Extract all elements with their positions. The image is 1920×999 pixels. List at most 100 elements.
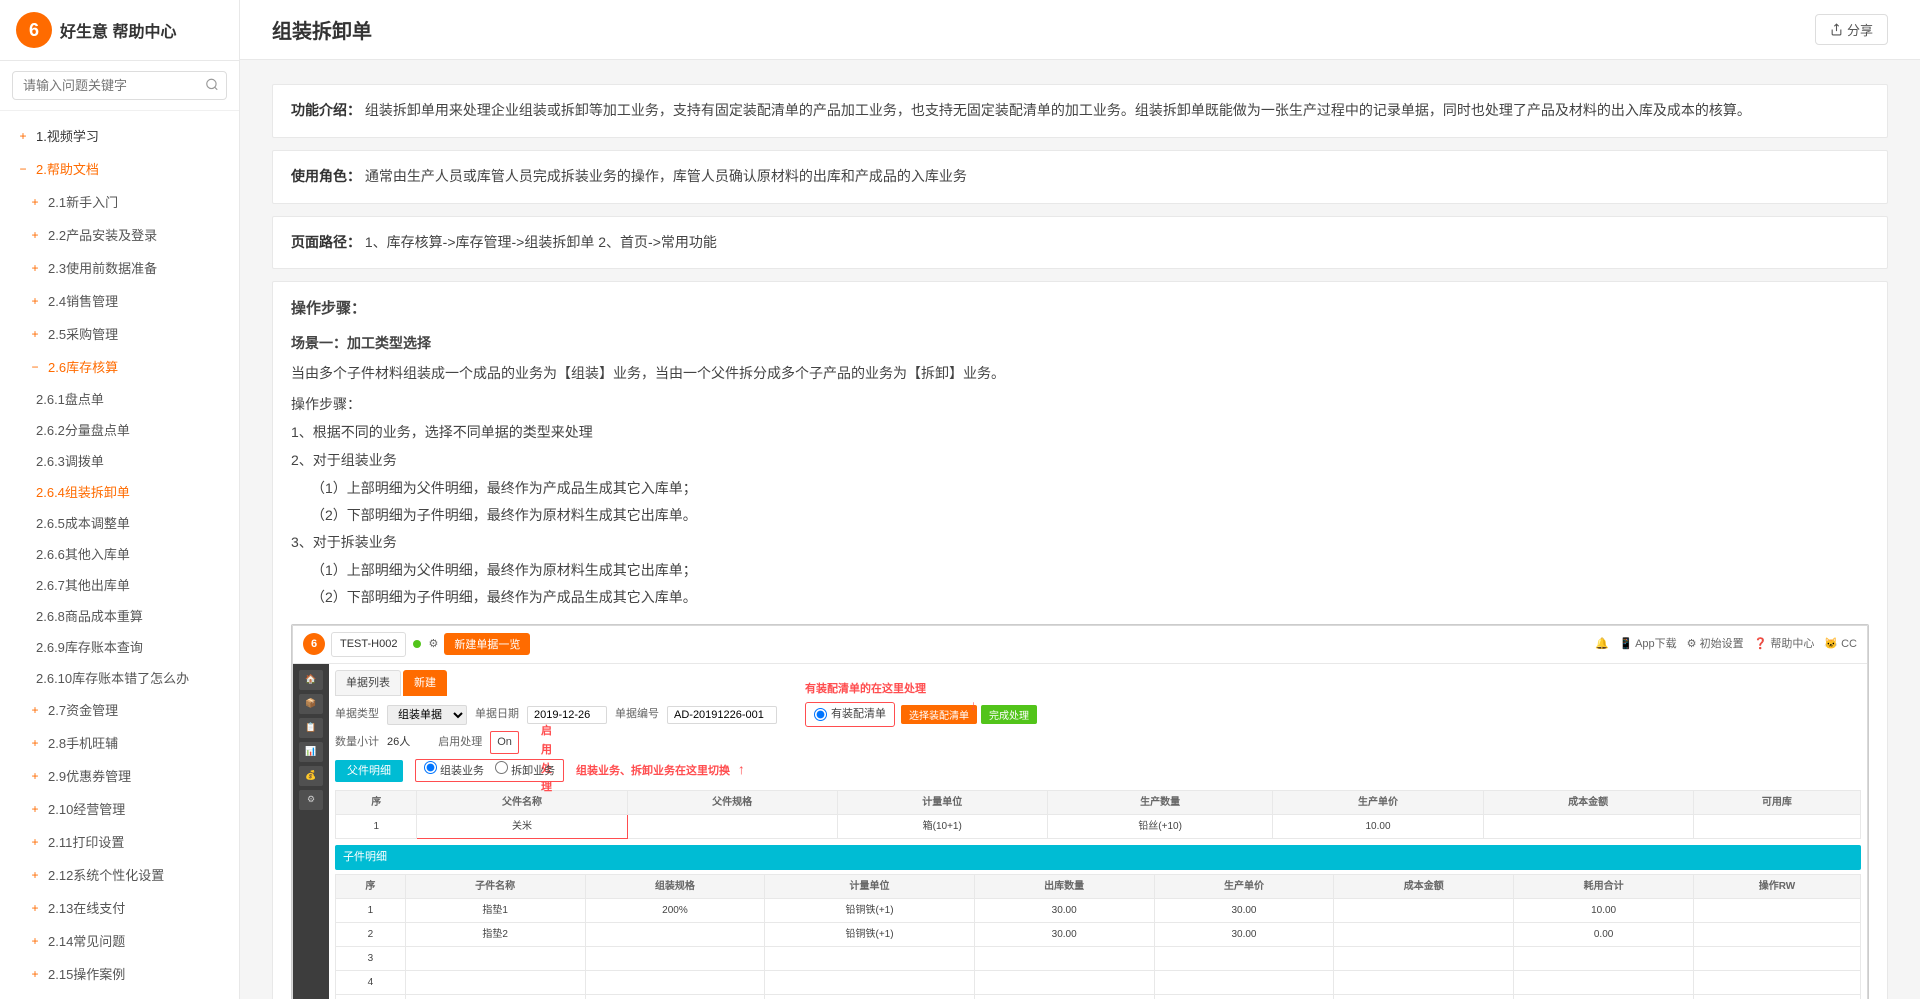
app-icon4: ❓ 帮助中心 — [1754, 635, 1815, 654]
app-table-sub: 序 子件名称 组装规格 计量单位 出库数量 生产单价 成本金额 耗用合计 操作R — [335, 874, 1861, 999]
app-company-name: TEST-H002 — [331, 632, 406, 657]
sidebar-item-2.6[interactable]: −2.6库存核算 — [0, 350, 239, 383]
form-no-input[interactable] — [667, 706, 777, 724]
app-tab-new[interactable]: 新建 — [403, 670, 447, 697]
nav-icon-2.6: − — [28, 360, 42, 374]
sidebar-item-2[interactable]: −2.帮助文档 — [0, 152, 239, 185]
step1: 1、根据不同的业务，选择不同单据的类型来处理 — [291, 421, 1869, 445]
app-sidebar-icon-4: 📊 — [299, 742, 323, 762]
sidebar-item-2.7[interactable]: +2.7资金管理 — [0, 693, 239, 726]
assembly-radio[interactable] — [814, 708, 827, 721]
search-button[interactable] — [205, 77, 219, 94]
sub-section-header: 子件明细 — [335, 845, 1861, 870]
nav-icon-2.5: + — [28, 327, 42, 341]
process-on-label: On — [497, 736, 512, 748]
app-icon1: 🔔 — [1595, 635, 1609, 654]
col-seq: 序 — [336, 791, 417, 815]
sidebar-item-2.1[interactable]: +2.1新手入门 — [0, 185, 239, 218]
form-no-label: 单据编号 — [615, 705, 659, 724]
app-tab-list[interactable]: 单据列表 — [335, 670, 401, 697]
col-cost2: 成本金额 — [1334, 874, 1514, 898]
steps-title: 操作步骤： — [291, 296, 1869, 322]
disassembly-type-radio[interactable] — [495, 761, 508, 774]
table-row: 5 — [336, 994, 1861, 999]
form-date-input[interactable] — [527, 706, 607, 724]
sidebar-item-2.6.3[interactable]: 2.6.3调拨单 — [0, 445, 239, 476]
nav-icon-2.9: + — [28, 769, 42, 783]
annotation-assembly-label: 有装配清单的在这里处理 — [805, 680, 926, 699]
col-parent-name: 父件名称 — [417, 791, 627, 815]
form-type-select[interactable]: 组装单据 拆卸单据 — [387, 705, 467, 725]
sidebar-item-2.15[interactable]: +2.15操作案例 — [0, 957, 239, 990]
sidebar-item-2.10[interactable]: +2.10经营管理 — [0, 792, 239, 825]
sidebar-item-2.14[interactable]: +2.14常见问题 — [0, 924, 239, 957]
share-button[interactable]: 分享 — [1815, 14, 1888, 45]
scenario1-intro: 当由多个子件材料组装成一个成品的业务为【组装】业务，当由一个父件拆分成多个子产品… — [291, 362, 1869, 386]
save-btn[interactable]: 完成处理 — [981, 705, 1037, 724]
app-tabs: 单据列表 新建 — [335, 670, 1861, 697]
app-new-btn[interactable]: 新建单据一览 — [444, 633, 530, 655]
sidebar-item-2.6.5[interactable]: 2.6.5成本调整单 — [0, 507, 239, 538]
col-op: 操作RW — [1694, 874, 1861, 898]
path-section: 页面路径： 1、库存核算->库存管理->组装拆卸单 2、首页->常用功能 — [272, 216, 1888, 270]
app-icon2: 📱 App下载 — [1619, 635, 1677, 654]
sidebar-item-2.12[interactable]: +2.12系统个性化设置 — [0, 858, 239, 891]
form-date-label: 单据日期 — [475, 705, 519, 724]
sidebar-item-2.5[interactable]: +2.5采购管理 — [0, 317, 239, 350]
col-seq2: 序 — [336, 874, 406, 898]
sidebar-item-2.3[interactable]: +2.3使用前数据准备 — [0, 251, 239, 284]
nav-icon-2.13: + — [28, 901, 42, 915]
function-intro-text: 组装拆卸单用来处理企业组装或拆卸等加工业务，支持有固定装配清单的产品加工业务，也… — [365, 102, 1751, 118]
col-unit2: 计量单位 — [765, 874, 974, 898]
sidebar-item-2.2[interactable]: +2.2产品安装及登录 — [0, 218, 239, 251]
search-input[interactable] — [12, 71, 227, 100]
app-sidebar-icon-1: 🏠 — [299, 670, 323, 690]
col-consume: 耗用合计 — [1514, 874, 1694, 898]
sidebar-item-2.13[interactable]: +2.13在线支付 — [0, 891, 239, 924]
nav-icon-2.15: + — [28, 967, 42, 981]
table-row: 1 指垫1 200% 铅铜铁(+1) 30.00 30.00 10.00 — [336, 898, 1861, 922]
sidebar-item-2.11[interactable]: +2.11打印设置 — [0, 825, 239, 858]
step2-sub2: （2）下部明细为子件明细，最终作为原材料生成其它出库单。 — [311, 504, 1869, 528]
sidebar-item-1[interactable]: +1.视频学习 — [0, 119, 239, 152]
col-sub-name: 子件名称 — [405, 874, 585, 898]
assembly-type-radio[interactable] — [424, 761, 437, 774]
app-content: 单据列表 新建 单据类型 组装单据 拆卸单据 单据日期 — [329, 664, 1867, 999]
col-prod-qty: 生产数量 — [1047, 791, 1273, 815]
sidebar-item-2.6.9[interactable]: 2.6.9库存账本查询 — [0, 631, 239, 662]
path-text: 1、库存核算->库存管理->组装拆卸单 2、首页->常用功能 — [365, 234, 717, 250]
app-topbar-right: 🔔 📱 App下载 ⚙ 初始设置 ❓ 帮助中心 🐱 CC — [1595, 635, 1857, 654]
sidebar-item-2.6.2[interactable]: 2.6.2分量盘点单 — [0, 414, 239, 445]
nav-icon-2.10: + — [28, 802, 42, 816]
page-title: 组装拆卸单 — [272, 15, 372, 44]
sidebar-item-2.8[interactable]: +2.8手机旺辅 — [0, 726, 239, 759]
nav-list: +1.视频学习−2.帮助文档+2.1新手入门+2.2产品安装及登录+2.3使用前… — [0, 111, 239, 999]
nav-icon-2.4: + — [28, 294, 42, 308]
sidebar-item-2.9[interactable]: +2.9优惠券管理 — [0, 759, 239, 792]
sidebar-item-2.6.8[interactable]: 2.6.8商品成本重算 — [0, 600, 239, 631]
sidebar-item-2.4[interactable]: +2.4销售管理 — [0, 284, 239, 317]
type-toggle-row: 父件明细 组装业务 拆卸业务 组装业务、拆卸业务在这里切换 ↑ — [335, 758, 1861, 787]
step2-sub1: （1）上部明细为父件明细，最终作为产成品生成其它入库单； — [311, 477, 1869, 501]
col-parent-spec: 父件规格 — [627, 791, 837, 815]
nav-icon-2.8: + — [28, 736, 42, 750]
process-btn[interactable]: 选择装配清单 — [901, 705, 977, 724]
form-qty-value: 26人 — [387, 733, 410, 752]
step3-sub2: （2）下部明细为子件明细，最终作为产成品生成其它入库单。 — [311, 586, 1869, 610]
role-label: 使用角色： — [291, 168, 361, 184]
function-intro-label: 功能介绍： — [291, 102, 361, 118]
form-qty-label: 数量小计 — [335, 733, 379, 752]
sidebar-item-2.6.6[interactable]: 2.6.6其他入库单 — [0, 538, 239, 569]
sidebar-item-2.6.7[interactable]: 2.6.7其他出库单 — [0, 569, 239, 600]
logo-icon: 6 — [16, 12, 52, 48]
sidebar-item-2.6.1[interactable]: 2.6.1盘点单 — [0, 383, 239, 414]
type-toggle-box: 组装业务 拆卸业务 — [415, 759, 564, 783]
sidebar-item-2.6.4[interactable]: 2.6.4组装拆卸单 — [0, 476, 239, 507]
nav-icon-2.11: + — [28, 835, 42, 849]
nav-icon-2.3: + — [28, 261, 42, 275]
sidebar-item-2.6.10[interactable]: 2.6.10库存账本错了怎么办 — [0, 662, 239, 693]
app-form-row1: 单据类型 组装单据 拆卸单据 单据日期 单据编号 — [335, 702, 1861, 727]
sidebar: 6 好生意 帮助中心 +1.视频学习−2.帮助文档+2.1新手入门+2.2产品安… — [0, 0, 240, 999]
assembly-select-box: 有装配清单 — [805, 702, 895, 727]
nav-icon-2: − — [16, 162, 30, 176]
